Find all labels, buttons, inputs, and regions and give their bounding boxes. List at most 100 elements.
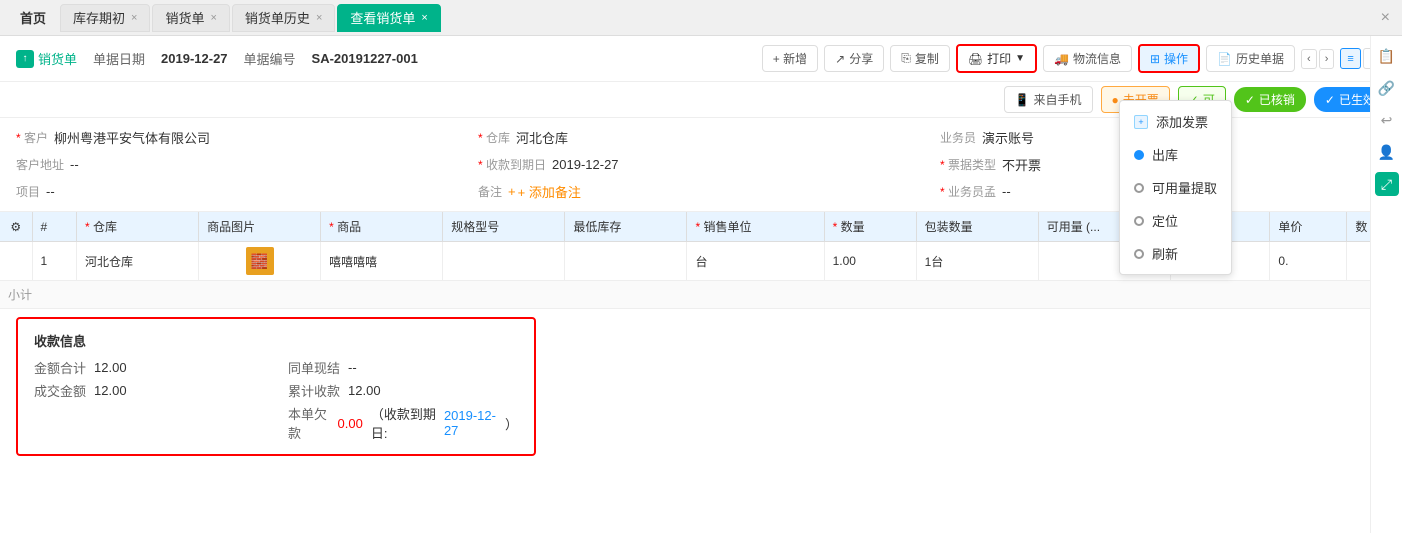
qty-extract-label: 可用量提取 bbox=[1152, 178, 1217, 197]
project-label: 项目 bbox=[16, 183, 40, 200]
cumulative-row: 累计收款 12.00 bbox=[288, 381, 518, 400]
doc-number-value: SA-20191227-001 bbox=[312, 51, 418, 66]
tab-sales-history[interactable]: 销货单历史 × bbox=[232, 4, 335, 32]
tab-bar: 首页 库存期初 × 销货单 × 销货单历史 × 查看销货单 × × bbox=[0, 0, 1402, 36]
copy-icon: ⎘ bbox=[901, 51, 911, 66]
transaction-label: 成交金额 bbox=[34, 381, 86, 400]
tab-sales-history-close[interactable]: × bbox=[316, 12, 322, 24]
doc-type-icon: ↑ bbox=[16, 50, 34, 68]
cell-product: 嘻嘻嘻嘻 bbox=[321, 242, 443, 281]
cell-min-stock bbox=[565, 242, 687, 281]
col-unit: * 销售单位 bbox=[687, 212, 824, 242]
from-phone-button[interactable]: 📱 来自手机 bbox=[1004, 86, 1093, 113]
dropdown-qty-extract[interactable]: 可用量提取 bbox=[1120, 171, 1231, 204]
ticket-icon: ● bbox=[1112, 93, 1119, 107]
prev-button[interactable]: ‹ bbox=[1301, 49, 1317, 69]
operation-button[interactable]: ⊞ 操作 bbox=[1138, 44, 1200, 73]
tab-sales-order-close[interactable]: × bbox=[210, 12, 216, 24]
tab-sales-history-label: 销货单历史 bbox=[245, 8, 310, 27]
doc-type-label: 销货单 bbox=[38, 49, 77, 68]
address-field: 客户地址 -- bbox=[16, 156, 462, 173]
tab-sales-order[interactable]: 销货单 × bbox=[152, 4, 229, 32]
copy-button-label: 复制 bbox=[915, 50, 939, 67]
payment-title: 收款信息 bbox=[34, 331, 518, 350]
due-date-value: 2019-12-27 bbox=[552, 157, 619, 172]
col-spec: 规格型号 bbox=[443, 212, 565, 242]
dropdown-refresh[interactable]: 刷新 bbox=[1120, 237, 1231, 270]
history-button[interactable]: 📄 历史单据 bbox=[1206, 45, 1295, 72]
add-note-button[interactable]: + + 添加备注 bbox=[508, 182, 581, 201]
sidebar-icon-5[interactable]: ⤢ bbox=[1375, 172, 1399, 196]
from-phone-label: 来自手机 bbox=[1033, 91, 1081, 108]
tab-sales-order-label: 销货单 bbox=[165, 8, 204, 27]
product-thumbnail: 🧱 bbox=[246, 247, 274, 275]
print-dropdown-icon: ▼ bbox=[1015, 53, 1025, 64]
balance-date: 2019-12-27 bbox=[444, 408, 497, 438]
address-value: -- bbox=[70, 157, 79, 172]
logistics-button[interactable]: 🚚 物流信息 bbox=[1043, 45, 1132, 72]
employee-value: 演示账号 bbox=[982, 128, 1034, 147]
same-order-label: 同单现结 bbox=[288, 358, 340, 377]
col-seq: # bbox=[32, 212, 76, 242]
refresh-label: 刷新 bbox=[1152, 244, 1178, 263]
doc-date-value: 2019-12-27 bbox=[161, 51, 228, 66]
tab-home[interactable]: 首页 bbox=[8, 4, 58, 32]
toolbar: + 新增 ↗ 分享 ⎘ 复制 🖨 打印 ▼ 🚚 物流信息 bbox=[762, 44, 1386, 73]
warehouse-field: 仓库 河北仓库 bbox=[478, 128, 924, 147]
plus-icon: + bbox=[508, 184, 516, 199]
cumulative-label: 累计收款 bbox=[288, 381, 340, 400]
right-sidebar: 📋 🔗 ↩ 👤 ⤢ bbox=[1370, 36, 1402, 533]
col-price: 单价 bbox=[1270, 212, 1347, 242]
add-note-label: + 添加备注 bbox=[518, 182, 581, 201]
col-min-stock: 最低库存 bbox=[565, 212, 687, 242]
payment-grid: 金额合计 12.00 同单现结 -- 成交金额 12.00 累计收款 12.00 bbox=[34, 358, 518, 442]
tab-inventory-init[interactable]: 库存期初 × bbox=[60, 4, 150, 32]
new-button[interactable]: + 新增 bbox=[762, 45, 818, 72]
tab-view-sales-close[interactable]: × bbox=[421, 12, 427, 24]
sidebar-icon-4[interactable]: 👤 bbox=[1375, 140, 1399, 164]
col-product: * 商品 bbox=[321, 212, 443, 242]
next-button[interactable]: › bbox=[1319, 49, 1335, 69]
cell-actions bbox=[0, 242, 32, 281]
total-amount-label: 金额合计 bbox=[34, 358, 86, 377]
locate-icon bbox=[1134, 216, 1144, 226]
dropdown-menu: + 添加发票 出库 可用量提取 定位 刷新 bbox=[1119, 100, 1232, 275]
payment-info-box: 收款信息 金额合计 12.00 同单现结 -- 成交金额 12.00 累计收款 … bbox=[16, 317, 536, 456]
window-close-button[interactable]: × bbox=[1377, 5, 1394, 31]
subtotal-label: 小计 bbox=[0, 281, 1402, 309]
same-order-row: 同单现结 -- bbox=[288, 358, 518, 377]
sales-employee-label: 业务员孟 bbox=[940, 183, 996, 200]
history-icon: 📄 bbox=[1217, 52, 1232, 66]
copy-button[interactable]: ⎘ 复制 bbox=[890, 45, 950, 72]
sales-employee-value: -- bbox=[1002, 184, 1011, 199]
logistics-icon: 🚚 bbox=[1054, 52, 1069, 66]
col-pack: 包装数量 bbox=[916, 212, 1038, 242]
doc-header: ↑ 销货单 单据日期 2019-12-27 单据编号 SA-20191227-0… bbox=[0, 36, 1402, 82]
tab-view-sales[interactable]: 查看销货单 × bbox=[337, 4, 440, 32]
tab-inventory-init-close[interactable]: × bbox=[131, 12, 137, 24]
cancel-status-button[interactable]: ✓ 已核销 bbox=[1234, 87, 1306, 112]
dropdown-outbound[interactable]: 出库 bbox=[1120, 138, 1231, 171]
doc-type-badge: ↑ 销货单 bbox=[16, 49, 77, 68]
sidebar-icon-1[interactable]: 📋 bbox=[1375, 44, 1399, 68]
note-field: 备注 + + 添加备注 bbox=[478, 182, 924, 201]
balance-spacer bbox=[34, 404, 264, 442]
outbound-label: 出库 bbox=[1152, 145, 1178, 164]
same-order-value: -- bbox=[348, 360, 357, 375]
project-field: 项目 -- bbox=[16, 183, 462, 200]
dropdown-add-invoice[interactable]: + 添加发票 bbox=[1120, 105, 1231, 138]
balance-value: 0.00 bbox=[338, 416, 363, 431]
cell-warehouse: 河北仓库 bbox=[76, 242, 198, 281]
dropdown-locate[interactable]: 定位 bbox=[1120, 204, 1231, 237]
share-icon: ↗ bbox=[835, 52, 845, 66]
view-list-button[interactable]: ≡ bbox=[1340, 48, 1360, 69]
history-button-label: 历史单据 bbox=[1236, 50, 1284, 67]
cell-spec bbox=[443, 242, 565, 281]
share-button[interactable]: ↗ 分享 bbox=[824, 45, 884, 72]
tab-view-sales-label: 查看销货单 bbox=[350, 8, 415, 27]
sidebar-icon-2[interactable]: 🔗 bbox=[1375, 76, 1399, 100]
sidebar-icon-3[interactable]: ↩ bbox=[1375, 108, 1399, 132]
print-button[interactable]: 🖨 打印 ▼ bbox=[956, 44, 1037, 73]
check3-icon: ✓ bbox=[1325, 93, 1335, 107]
nav-arrows: ‹ › bbox=[1301, 49, 1334, 69]
